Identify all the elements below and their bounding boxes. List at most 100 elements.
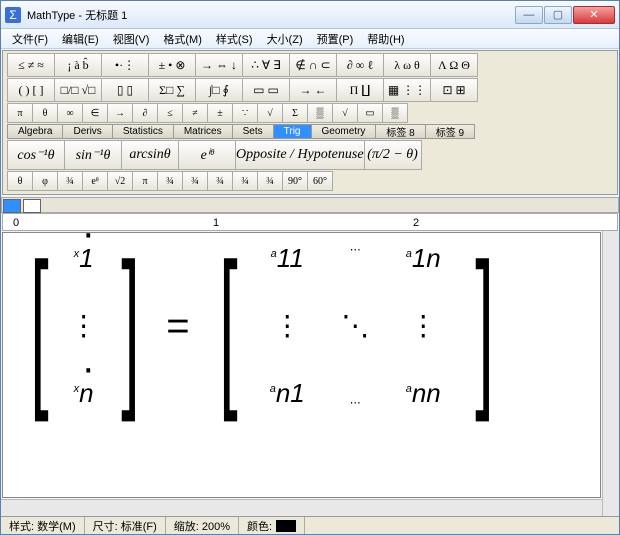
category-tabs: AlgebraDerivsStatisticsMatricesSetsTrigG… [7, 124, 613, 139]
palette3-14[interactable]: ▭ [357, 103, 383, 123]
close-button[interactable]: ✕ [573, 6, 615, 24]
tab-statistics[interactable]: Statistics [112, 124, 174, 139]
size-toggle-2[interactable] [23, 199, 41, 213]
menu-format[interactable]: 格式(M) [156, 29, 209, 48]
small-button-row: θφ¾eᶿ√2π¾¾¾¾¾90°60° [7, 171, 613, 191]
sym-3[interactable]: eᶿ [82, 171, 108, 191]
palette3-4[interactable]: → [107, 103, 133, 123]
palette3-1[interactable]: θ [32, 103, 58, 123]
palette3-2[interactable]: ∞ [57, 103, 83, 123]
sym-6[interactable]: ¾ [157, 171, 183, 191]
sym-12[interactable]: 60° [307, 171, 333, 191]
tab-matrices[interactable]: Matrices [173, 124, 233, 139]
palette3-7[interactable]: ≠ [182, 103, 208, 123]
horizontal-scrollbar[interactable] [1, 499, 602, 516]
sym-8[interactable]: ¾ [207, 171, 233, 191]
app-window: Σ MathType - 无标题 1 — ▢ ✕ 文件(F) 编辑(E) 视图(… [0, 0, 620, 535]
palette3-3[interactable]: ∈ [82, 103, 108, 123]
matrix-col-3: a1n ⋮ ann [394, 241, 452, 411]
editor-wrap: [ x1 ⋮ xn ] = [ a11 ⋮ an1 ⋯ [1, 231, 619, 516]
window-controls: — ▢ ✕ [515, 6, 615, 24]
palette2-3[interactable]: Σ□ ∑ [148, 78, 196, 102]
menu-size[interactable]: 大小(Z) [260, 29, 310, 48]
minimize-button[interactable]: — [515, 6, 543, 24]
menu-preset[interactable]: 预置(P) [310, 29, 361, 48]
tab-derivs[interactable]: Derivs [62, 124, 112, 139]
palette1-5[interactable]: ∴ ∀ ∃ [242, 53, 290, 77]
template-btn-4[interactable]: Opposite / Hypotenuse [235, 140, 365, 170]
sym-10[interactable]: ¾ [257, 171, 283, 191]
sym-9[interactable]: ¾ [232, 171, 258, 191]
toolbar-row-3: πθ∞∈→∂≤≠±∵√Σ▒√▭▒ [7, 103, 613, 123]
status-zoom[interactable]: 缩放: 200% [166, 517, 239, 534]
equation: [ x1 ⋮ xn ] = [ a11 ⋮ an1 ⋯ [17, 241, 586, 411]
palette2-1[interactable]: □/□ √□ [54, 78, 102, 102]
palette3-10[interactable]: √ [257, 103, 283, 123]
palette3-15[interactable]: ▒ [382, 103, 408, 123]
sym-0[interactable]: θ [7, 171, 33, 191]
palette2-6[interactable]: → ← [289, 78, 337, 102]
template-btn-1[interactable]: sin⁻¹θ [64, 140, 122, 170]
palette1-0[interactable]: ≤ ≠ ≈ [7, 53, 55, 77]
palette1-9[interactable]: Λ Ω Θ [430, 53, 478, 77]
menu-file[interactable]: 文件(F) [5, 29, 55, 48]
big-button-row: cos⁻¹θsin⁻¹θarcsinθeⁱᶿOpposite / Hypoten… [7, 140, 613, 170]
status-style[interactable]: 样式: 数学(M) [1, 517, 85, 534]
sym-2[interactable]: ¾ [57, 171, 83, 191]
palette1-2[interactable]: •·⋮ [101, 53, 149, 77]
size-toggle-1[interactable] [3, 199, 21, 213]
palette2-8[interactable]: ▦ ⋮⋮ [383, 78, 431, 102]
palette2-4[interactable]: ∫□ ∮ [195, 78, 243, 102]
palette3-11[interactable]: Σ [282, 103, 308, 123]
sym-1[interactable]: φ [32, 171, 58, 191]
template-btn-5[interactable]: (π/2 − θ) [364, 140, 422, 170]
tab-trig[interactable]: Trig [273, 124, 312, 139]
palette2-9[interactable]: ⊡ ⊞ [430, 78, 478, 102]
tab-algebra[interactable]: Algebra [7, 124, 63, 139]
tab-geometry[interactable]: Geometry [311, 124, 377, 139]
right-bracket-open: [ [219, 249, 235, 403]
menu-help[interactable]: 帮助(H) [360, 29, 411, 48]
status-color[interactable]: 颜色: [239, 517, 305, 534]
tab-sets[interactable]: Sets [232, 124, 274, 139]
palette3-8[interactable]: ± [207, 103, 233, 123]
palette3-13[interactable]: √ [332, 103, 358, 123]
menu-style[interactable]: 样式(S) [209, 29, 260, 48]
palette1-6[interactable]: ∉ ∩ ⊂ [289, 53, 337, 77]
toolbar-row-1: ≤ ≠ ≈¡ à b̂•·⋮± • ⊗→ ⇔ ↓∴ ∀ ∃∉ ∩ ⊂∂ ∞ ℓλ… [7, 53, 613, 77]
template-btn-0[interactable]: cos⁻¹θ [7, 140, 65, 170]
palette3-12[interactable]: ▒ [307, 103, 333, 123]
sym-4[interactable]: √2 [107, 171, 133, 191]
menu-view[interactable]: 视图(V) [106, 29, 157, 48]
sym-11[interactable]: 90° [282, 171, 308, 191]
palette2-7[interactable]: Π ∐ [336, 78, 384, 102]
tab-标签 9[interactable]: 标签 9 [425, 124, 475, 139]
equation-editor[interactable]: [ x1 ⋮ xn ] = [ a11 ⋮ an1 ⋯ [2, 232, 601, 498]
color-swatch [276, 520, 296, 532]
palette1-3[interactable]: ± • ⊗ [148, 53, 196, 77]
maximize-button[interactable]: ▢ [544, 6, 572, 24]
status-bar: 样式: 数学(M) 尺寸: 标准(F) 缩放: 200% 颜色: [1, 516, 619, 534]
sym-7[interactable]: ¾ [182, 171, 208, 191]
menu-edit[interactable]: 编辑(E) [55, 29, 106, 48]
palette2-5[interactable]: ▭ ▭ [242, 78, 290, 102]
ruler[interactable]: 0 1 2 [2, 213, 618, 231]
template-btn-3[interactable]: eⁱᶿ [178, 140, 236, 170]
palette1-4[interactable]: → ⇔ ↓ [195, 53, 243, 77]
palette1-1[interactable]: ¡ à b̂ [54, 53, 102, 77]
palette1-8[interactable]: λ ω θ [383, 53, 431, 77]
status-size[interactable]: 尺寸: 标准(F) [85, 517, 166, 534]
palette3-9[interactable]: ∵ [232, 103, 258, 123]
palette3-5[interactable]: ∂ [132, 103, 158, 123]
palette3-6[interactable]: ≤ [157, 103, 183, 123]
sym-5[interactable]: π [132, 171, 158, 191]
palette2-0[interactable]: ( ) [ ] [7, 78, 55, 102]
right-bracket-close: ] [475, 249, 491, 403]
palette2-2[interactable]: ▯ ▯ [101, 78, 149, 102]
tab-标签 8[interactable]: 标签 8 [375, 124, 425, 139]
toolbar-row-2: ( ) [ ]□/□ √□▯ ▯Σ□ ∑∫□ ∮▭ ▭→ ←Π ∐▦ ⋮⋮⊡ ⊞ [7, 78, 613, 102]
vertical-scrollbar[interactable] [602, 231, 619, 516]
palette3-0[interactable]: π [7, 103, 33, 123]
template-btn-2[interactable]: arcsinθ [121, 140, 179, 170]
palette1-7[interactable]: ∂ ∞ ℓ [336, 53, 384, 77]
